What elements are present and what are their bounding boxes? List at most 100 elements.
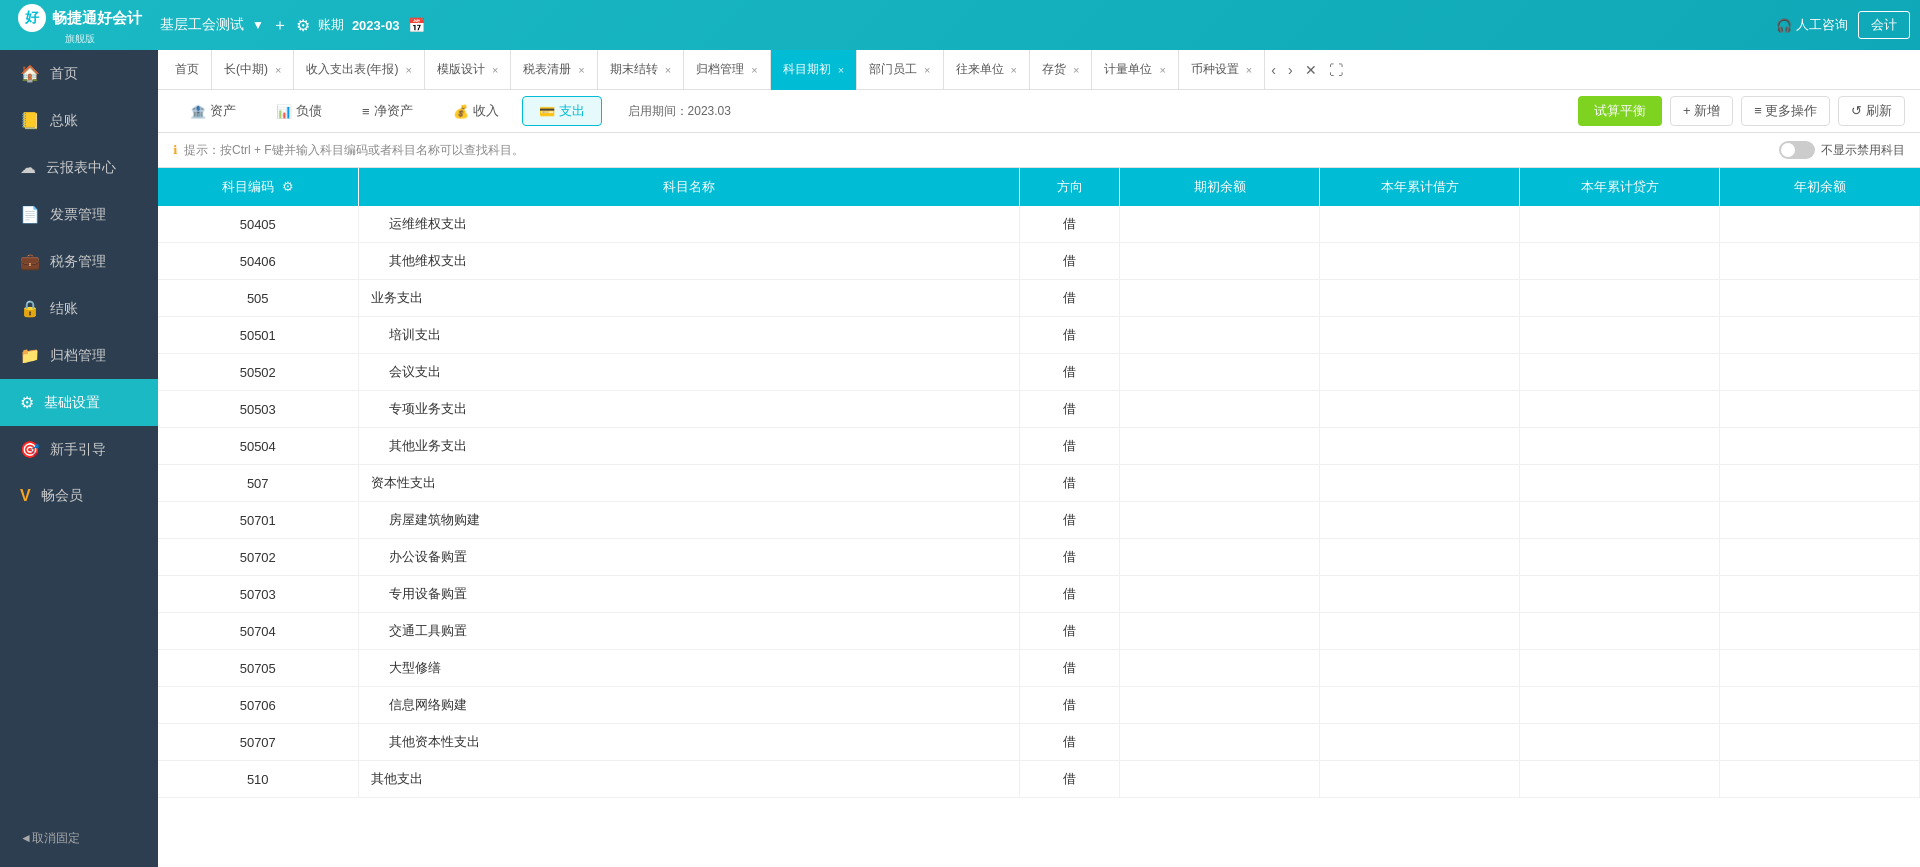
sidebar-item-guide[interactable]: 🎯 新手引导 [0, 426, 158, 473]
sidebar-item-reports[interactable]: ☁ 云报表中心 [0, 144, 158, 191]
company-dropdown-icon[interactable]: ▼ [252, 18, 264, 32]
tab-expand-btn[interactable]: ⛶ [1323, 62, 1349, 78]
app-subtitle: 旗舰版 [65, 32, 95, 46]
tab-prev-btn[interactable]: ‹ [1265, 62, 1282, 78]
account-btn[interactable]: 会计 [1858, 11, 1910, 39]
tab-close-template[interactable]: × [492, 64, 498, 76]
sidebar-item-home[interactable]: 🏠 首页 [0, 50, 158, 97]
sidebar-item-tax[interactable]: 💼 税务管理 [0, 238, 158, 285]
hint-icon: ℹ [173, 143, 178, 157]
tab-close-client[interactable]: × [1011, 64, 1017, 76]
liability-icon: 📊 [276, 104, 292, 119]
tab-subject-init[interactable]: 科目期初 × [771, 50, 857, 90]
table-row[interactable]: 50707其他资本性支出借 [158, 724, 1920, 761]
settings-icon[interactable]: ⚙ [296, 16, 310, 35]
more-btn[interactable]: ≡ 更多操作 [1741, 96, 1830, 126]
inner-content: 🏦 资产 📊 负债 ≡ 净资产 💰 收入 💳 支出 [158, 90, 1920, 867]
tab-close-period[interactable]: × [275, 64, 281, 76]
tab-close-archive[interactable]: × [751, 64, 757, 76]
close-accounts-icon: 🔒 [20, 299, 40, 318]
sidebar-item-settings[interactable]: ⚙ 基础设置 [0, 379, 158, 426]
expense-icon: 💳 [539, 104, 555, 119]
tab-archive[interactable]: 归档管理 × [684, 50, 770, 90]
col-direction: 方向 [1020, 168, 1120, 206]
add-btn[interactable]: + 新增 [1670, 96, 1733, 126]
top-header: 好 畅捷通好会计 旗舰版 基层工会测试 ▼ ＋ ⚙ 账期 2023-03 📅 🎧… [0, 0, 1920, 50]
tab-inventory[interactable]: 存货 × [1030, 50, 1092, 90]
col-name: 科目名称 [358, 168, 1020, 206]
table-row[interactable]: 50504其他业务支出借 [158, 428, 1920, 465]
guide-icon: 🎯 [20, 440, 40, 459]
table-row[interactable]: 50405运维维权支出借 [158, 206, 1920, 243]
tab-close-currency[interactable]: × [1246, 64, 1252, 76]
tab-currency[interactable]: 币种设置 × [1179, 50, 1265, 90]
subject-tab-equity[interactable]: ≡ 净资产 [345, 96, 430, 126]
table-row[interactable]: 50703专用设备购置借 [158, 576, 1920, 613]
period-info: 启用期间：2023.03 [628, 103, 731, 120]
period-label: 账期 [318, 16, 344, 34]
table-row[interactable]: 50501培训支出借 [158, 317, 1920, 354]
calendar-icon[interactable]: 📅 [408, 17, 425, 33]
tab-close-inventory[interactable]: × [1073, 64, 1079, 76]
table-row[interactable]: 50502会议支出借 [158, 354, 1920, 391]
tab-close-all-btn[interactable]: ✕ [1299, 62, 1323, 78]
subject-tab-liability[interactable]: 📊 负债 [259, 96, 339, 126]
sidebar-item-vip[interactable]: V 畅会员 [0, 473, 158, 519]
sidebar-collapse-btn[interactable]: ◄取消固定 [0, 820, 158, 857]
invoice-icon: 📄 [20, 205, 40, 224]
sidebar-item-ledger[interactable]: 📒 总账 [0, 97, 158, 144]
sidebar-item-invoice[interactable]: 📄 发票管理 [0, 191, 158, 238]
col-settings-icon[interactable]: ⚙ [282, 179, 294, 194]
sidebar-item-close[interactable]: 🔒 结账 [0, 285, 158, 332]
table-row[interactable]: 50706信息网络购建借 [158, 687, 1920, 724]
tax-icon: 💼 [20, 252, 40, 271]
subject-tab-income[interactable]: 💰 收入 [436, 96, 516, 126]
archive-icon: 📁 [20, 346, 40, 365]
sidebar-item-archive[interactable]: 📁 归档管理 [0, 332, 158, 379]
tab-dept[interactable]: 部门员工 × [857, 50, 943, 90]
table-row[interactable]: 507资本性支出借 [158, 465, 1920, 502]
tab-close-unit[interactable]: × [1159, 64, 1165, 76]
table-container[interactable]: 科目编码 ⚙ 科目名称 方向 期初余额 [158, 168, 1920, 867]
tab-annual-report[interactable]: 收入支出表(年报) × [294, 50, 424, 90]
subject-tab-expense[interactable]: 💳 支出 [522, 96, 602, 126]
table-row[interactable]: 505业务支出借 [158, 280, 1920, 317]
content-area: 首页 长(中期) × 收入支出表(年报) × 模版设计 × 税表清册 × 期末结… [158, 50, 1920, 867]
table-row[interactable]: 50701房屋建筑物购建借 [158, 502, 1920, 539]
balance-btn[interactable]: 试算平衡 [1578, 96, 1662, 126]
tab-close-annual[interactable]: × [405, 64, 411, 76]
tab-close-period-end[interactable]: × [665, 64, 671, 76]
tab-close-tax[interactable]: × [578, 64, 584, 76]
table-row[interactable]: 510其他支出借 [158, 761, 1920, 798]
col-code: 科目编码 ⚙ [158, 168, 358, 206]
tab-close-subject-init[interactable]: × [838, 64, 844, 76]
col-year-opening: 年初余额 [1720, 168, 1920, 206]
header-middle: 基层工会测试 ▼ ＋ ⚙ 账期 2023-03 📅 [150, 15, 1776, 36]
table-row[interactable]: 50705大型修缮借 [158, 650, 1920, 687]
tab-template[interactable]: 模版设计 × [425, 50, 511, 90]
tab-tax[interactable]: 税表清册 × [511, 50, 597, 90]
refresh-btn[interactable]: ↺ 刷新 [1838, 96, 1905, 126]
app-title: 畅捷通好会计 [52, 9, 142, 28]
toggle-switch[interactable] [1779, 141, 1815, 159]
table-row[interactable]: 50406其他维权支出借 [158, 243, 1920, 280]
add-company-btn[interactable]: ＋ [272, 15, 288, 36]
table-row[interactable]: 50702办公设备购置借 [158, 539, 1920, 576]
subject-tab-asset[interactable]: 🏦 资产 [173, 96, 253, 126]
tab-client[interactable]: 往来单位 × [944, 50, 1030, 90]
table-row[interactable]: 50503专项业务支出借 [158, 391, 1920, 428]
equity-icon: ≡ [362, 104, 370, 119]
main-layout: 🏠 首页 📒 总账 ☁ 云报表中心 📄 发票管理 💼 税务管理 🔒 结账 📁 归… [0, 50, 1920, 867]
table-row[interactable]: 50704交通工具购置借 [158, 613, 1920, 650]
tab-home[interactable]: 首页 [163, 50, 212, 90]
tab-unit[interactable]: 计量单位 × [1092, 50, 1178, 90]
toggle-label: 不显示禁用科目 [1821, 142, 1905, 159]
tab-next-btn[interactable]: › [1282, 62, 1299, 78]
tab-close-dept[interactable]: × [924, 64, 930, 76]
tab-period[interactable]: 长(中期) × [212, 50, 294, 90]
sidebar-bottom: ◄取消固定 [0, 810, 158, 867]
period-value: 2023-03 [352, 18, 400, 33]
disable-toggle[interactable]: 不显示禁用科目 [1779, 141, 1905, 159]
tab-period-end[interactable]: 期末结转 × [598, 50, 684, 90]
service-btn[interactable]: 🎧 人工咨询 [1776, 16, 1848, 34]
